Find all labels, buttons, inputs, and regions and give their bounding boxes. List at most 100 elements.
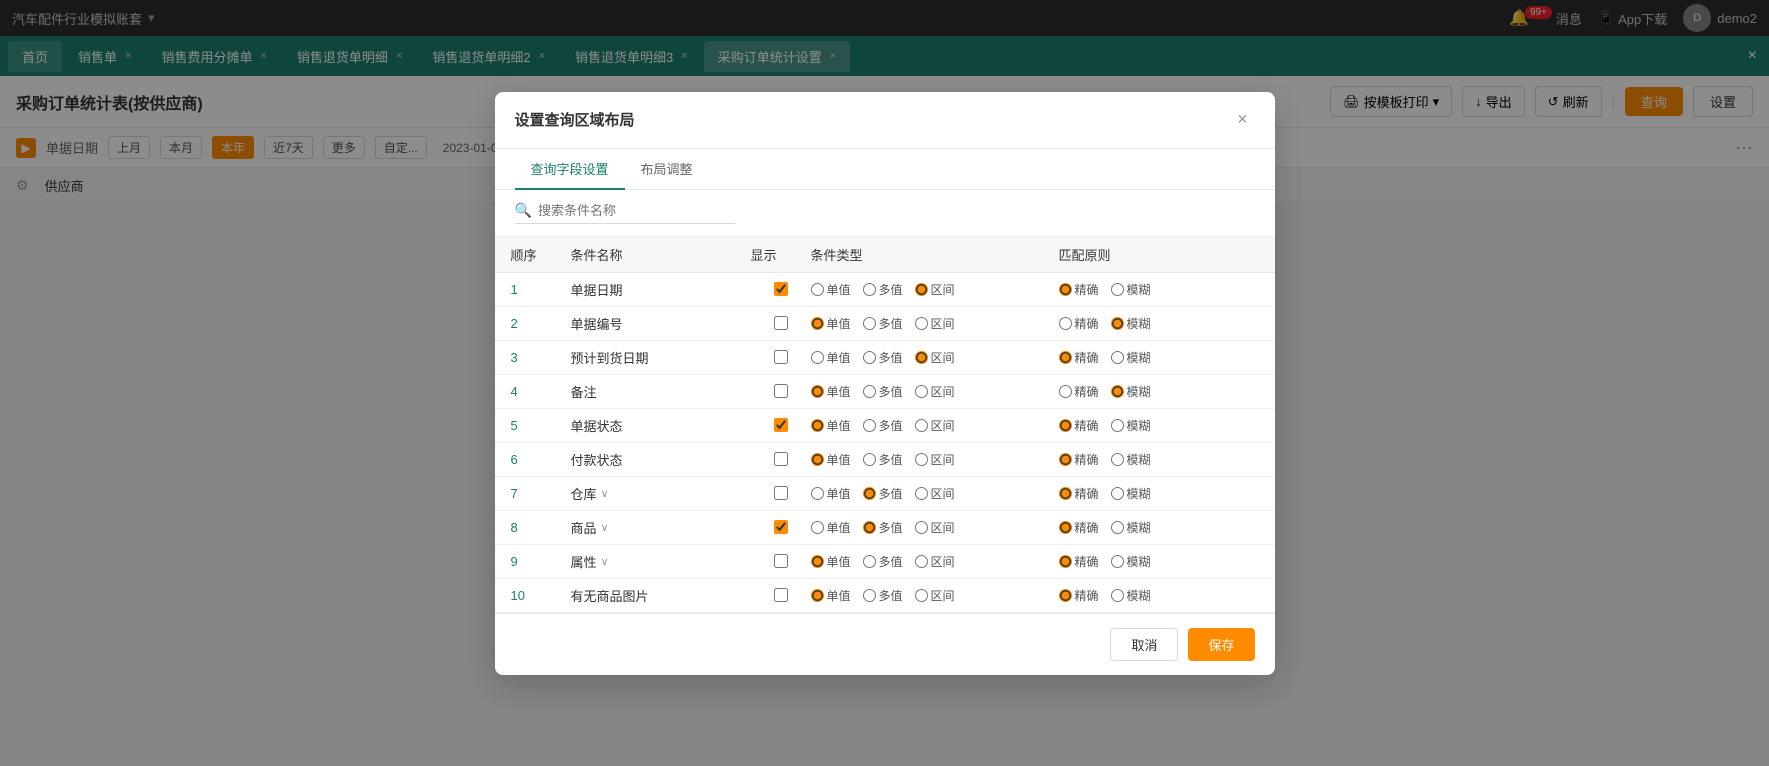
radio-type-multi[interactable]: 多值 (863, 587, 903, 604)
radio-type-multi[interactable]: 多值 (863, 315, 903, 332)
row-name: 单据状态 (571, 416, 751, 435)
row-num: 8 (511, 520, 571, 535)
radio-match-exact[interactable]: 精确 (1059, 553, 1099, 570)
th-match: 匹配原则 (1059, 245, 1259, 264)
radio-type-range[interactable]: 区间 (915, 451, 955, 468)
radio-match-fuzzy[interactable]: 模糊 (1111, 349, 1151, 366)
row-display-checkbox[interactable] (774, 588, 788, 602)
table-row: 7 仓库 ∨ 单值 多值 区间 精确 模糊 (495, 477, 1275, 511)
radio-match-exact[interactable]: 精确 (1059, 315, 1099, 332)
row-type-group: 单值 多值 区间 (811, 315, 1059, 332)
table-header-row: 顺序 条件名称 显示 条件类型 匹配原则 (495, 237, 1275, 273)
save-button[interactable]: 保存 (1188, 628, 1254, 661)
radio-type-multi[interactable]: 多值 (863, 383, 903, 400)
row-name: 备注 (571, 382, 751, 401)
modal-tab-query[interactable]: 查询字段设置 (515, 149, 625, 190)
radio-type-multi[interactable]: 多值 (863, 349, 903, 366)
chevron-icon: ∨ (601, 487, 609, 500)
row-match-group: 精确 模糊 (1059, 417, 1259, 434)
radio-match-exact[interactable]: 精确 (1059, 519, 1099, 536)
radio-match-fuzzy[interactable]: 模糊 (1111, 553, 1151, 570)
modal-header: 设置查询区域布局 × (495, 92, 1275, 149)
radio-type-range[interactable]: 区间 (915, 349, 955, 366)
table-row: 5 单据状态 单值 多值 区间 精确 模糊 (495, 409, 1275, 443)
row-type-group: 单值 多值 区间 (811, 587, 1059, 604)
radio-match-fuzzy[interactable]: 模糊 (1111, 451, 1151, 468)
row-display-checkbox[interactable] (774, 520, 788, 534)
radio-type-range[interactable]: 区间 (915, 485, 955, 502)
radio-match-fuzzy[interactable]: 模糊 (1111, 519, 1151, 536)
radio-type-multi[interactable]: 多值 (863, 281, 903, 298)
row-display-checkbox[interactable] (774, 316, 788, 330)
radio-match-fuzzy[interactable]: 模糊 (1111, 315, 1151, 332)
radio-type-single[interactable]: 单值 (811, 281, 851, 298)
row-display-checkbox[interactable] (774, 554, 788, 568)
search-input[interactable] (538, 203, 718, 218)
radio-type-multi[interactable]: 多值 (863, 417, 903, 434)
radio-type-single[interactable]: 单值 (811, 451, 851, 468)
row-type-group: 单值 多值 区间 (811, 519, 1059, 536)
radio-type-single[interactable]: 单值 (811, 349, 851, 366)
radio-match-fuzzy[interactable]: 模糊 (1111, 383, 1151, 400)
row-match-group: 精确 模糊 (1059, 349, 1259, 366)
search-icon: 🔍 (515, 202, 532, 219)
row-display-checkbox-wrap (751, 554, 811, 568)
radio-type-range[interactable]: 区间 (915, 315, 955, 332)
modal-title: 设置查询区域布局 (515, 109, 635, 130)
row-num: 6 (511, 452, 571, 467)
row-num: 3 (511, 350, 571, 365)
modal-footer: 取消 保存 (495, 613, 1275, 675)
row-display-checkbox[interactable] (774, 452, 788, 466)
chevron-icon: ∨ (601, 521, 609, 534)
row-num: 2 (511, 316, 571, 331)
row-num: 5 (511, 418, 571, 433)
radio-type-single[interactable]: 单值 (811, 587, 851, 604)
radio-type-single[interactable]: 单值 (811, 383, 851, 400)
row-display-checkbox[interactable] (774, 350, 788, 364)
row-display-checkbox-wrap (751, 452, 811, 466)
modal-tab-layout[interactable]: 布局调整 (625, 149, 709, 190)
radio-type-multi[interactable]: 多值 (863, 485, 903, 502)
radio-type-range[interactable]: 区间 (915, 281, 955, 298)
row-type-group: 单值 多值 区间 (811, 281, 1059, 298)
modal-close-button[interactable]: × (1231, 108, 1255, 132)
cancel-button[interactable]: 取消 (1110, 628, 1178, 661)
row-match-group: 精确 模糊 (1059, 281, 1259, 298)
row-display-checkbox-wrap (751, 588, 811, 602)
radio-match-exact[interactable]: 精确 (1059, 281, 1099, 298)
row-num: 10 (511, 588, 571, 603)
table-row: 10 有无商品图片 单值 多值 区间 精确 模糊 (495, 579, 1275, 613)
row-display-checkbox-wrap (751, 486, 811, 500)
radio-match-exact[interactable]: 精确 (1059, 451, 1099, 468)
radio-match-fuzzy[interactable]: 模糊 (1111, 417, 1151, 434)
radio-match-fuzzy[interactable]: 模糊 (1111, 485, 1151, 502)
radio-type-single[interactable]: 单值 (811, 485, 851, 502)
row-display-checkbox[interactable] (774, 282, 788, 296)
radio-type-single[interactable]: 单值 (811, 553, 851, 570)
radio-type-single[interactable]: 单值 (811, 417, 851, 434)
row-type-group: 单值 多值 区间 (811, 451, 1059, 468)
radio-type-single[interactable]: 单值 (811, 315, 851, 332)
radio-match-exact[interactable]: 精确 (1059, 485, 1099, 502)
row-num: 7 (511, 486, 571, 501)
radio-type-range[interactable]: 区间 (915, 587, 955, 604)
radio-match-exact[interactable]: 精确 (1059, 417, 1099, 434)
radio-type-range[interactable]: 区间 (915, 383, 955, 400)
table-row: 6 付款状态 单值 多值 区间 精确 模糊 (495, 443, 1275, 477)
radio-type-single[interactable]: 单值 (811, 519, 851, 536)
radio-type-multi[interactable]: 多值 (863, 519, 903, 536)
radio-type-range[interactable]: 区间 (915, 519, 955, 536)
radio-type-multi[interactable]: 多值 (863, 553, 903, 570)
row-display-checkbox[interactable] (774, 486, 788, 500)
radio-type-range[interactable]: 区间 (915, 553, 955, 570)
radio-type-multi[interactable]: 多值 (863, 451, 903, 468)
radio-match-exact[interactable]: 精确 (1059, 587, 1099, 604)
row-num: 1 (511, 282, 571, 297)
radio-match-exact[interactable]: 精确 (1059, 383, 1099, 400)
radio-type-range[interactable]: 区间 (915, 417, 955, 434)
row-display-checkbox[interactable] (774, 384, 788, 398)
radio-match-exact[interactable]: 精确 (1059, 349, 1099, 366)
row-display-checkbox[interactable] (774, 418, 788, 432)
radio-match-fuzzy[interactable]: 模糊 (1111, 281, 1151, 298)
radio-match-fuzzy[interactable]: 模糊 (1111, 587, 1151, 604)
